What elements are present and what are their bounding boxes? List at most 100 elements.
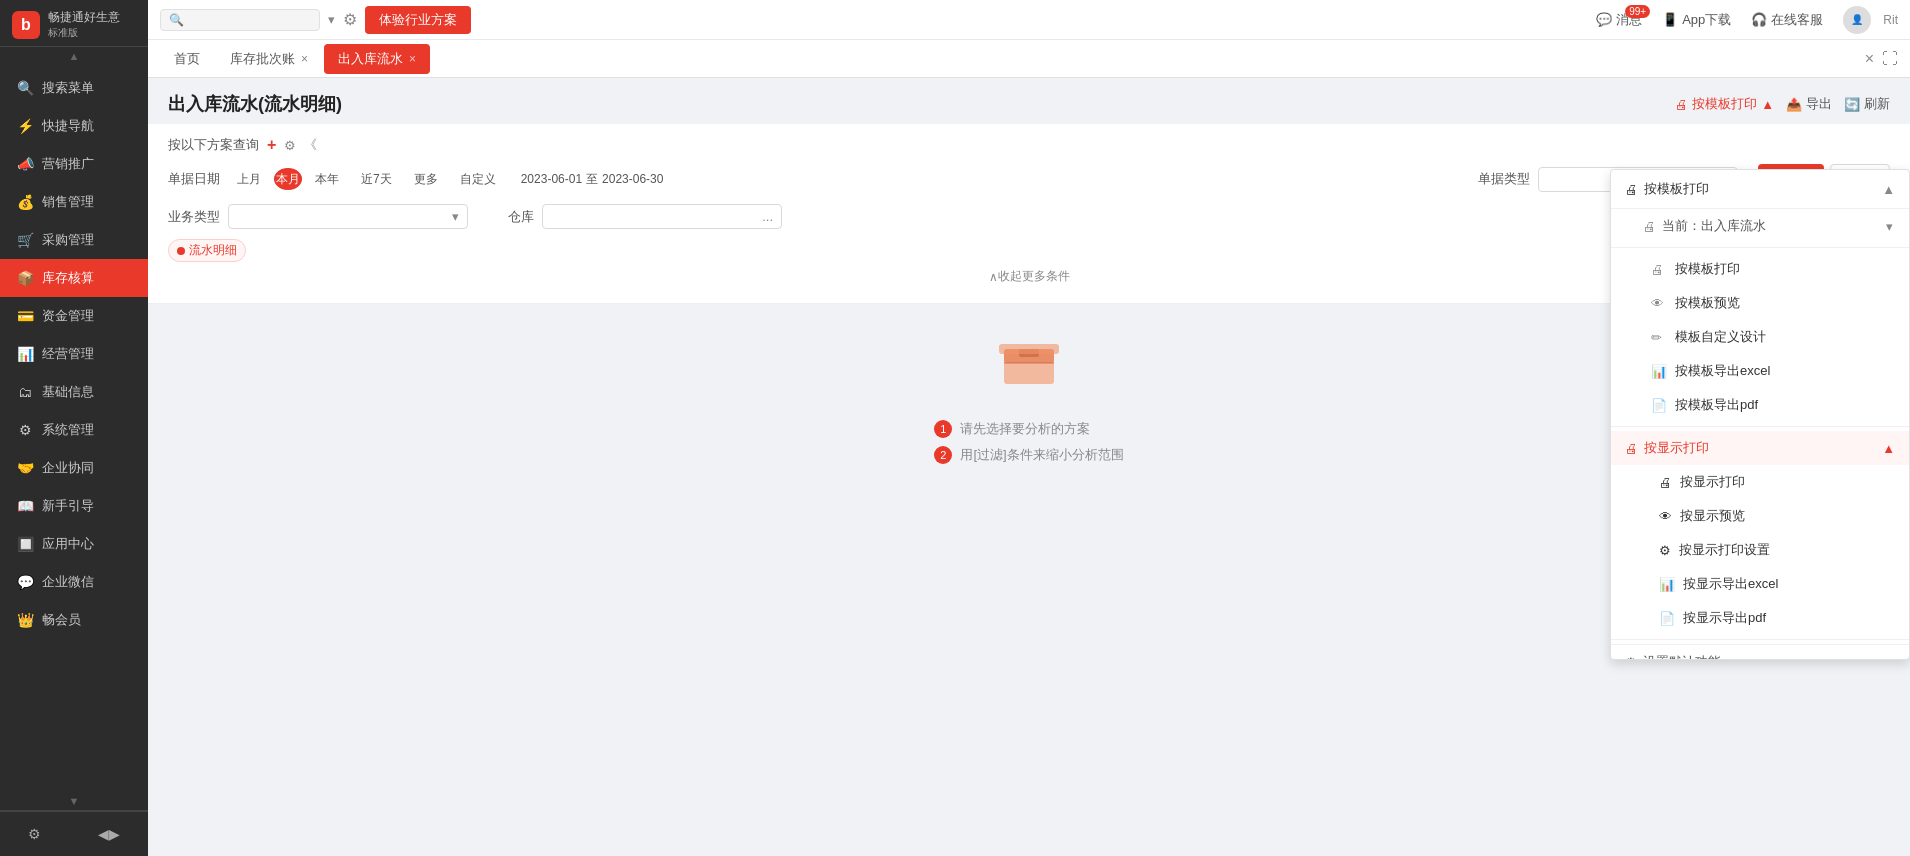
dropdown-current-item[interactable]: 🖨 当前：出入库流水 ▾ — [1611, 209, 1909, 243]
dropdown-display-export-excel[interactable]: 📊 按显示导出excel — [1611, 567, 1909, 601]
dropdown-title-label: 按模板打印 — [1644, 180, 1709, 198]
template-excel-icon: 📊 — [1651, 364, 1667, 379]
topbar-gear-icon[interactable]: ⚙ — [343, 10, 357, 29]
sidebar-settings-btn[interactable]: ⚙ — [20, 822, 49, 846]
date-btn-current-month[interactable]: 本月 — [274, 168, 302, 190]
member-icon: 👑 — [16, 612, 34, 628]
dropdown-up-arrow[interactable]: ▲ — [1882, 182, 1895, 197]
current-arrow: ▾ — [1886, 219, 1893, 234]
dropdown-display-preview[interactable]: 👁 按显示预览 — [1611, 499, 1909, 533]
tab-batch-close[interactable]: × — [301, 52, 308, 66]
display-excel-label: 按显示导出excel — [1683, 575, 1778, 593]
sidebar-item-wechat[interactable]: 💬 企业微信 — [0, 563, 148, 601]
step-2: 2 用[过滤]条件来缩小分析范围 — [934, 442, 1123, 468]
topbar-chevron[interactable]: ▾ — [328, 12, 335, 27]
export-icon: 📤 — [1786, 97, 1802, 112]
sidebar-item-operations[interactable]: 📊 经营管理 — [0, 335, 148, 373]
filter-settings-icon[interactable]: ⚙ — [284, 138, 296, 153]
topbar-message[interactable]: 💬 消息 99+ — [1596, 11, 1642, 29]
sidebar-item-member[interactable]: 👑 畅会员 — [0, 601, 148, 639]
sidebar-item-collab[interactable]: 🤝 企业协同 — [0, 449, 148, 487]
date-btn-custom[interactable]: 自定义 — [451, 168, 505, 191]
sidebar-item-quicknav[interactable]: ⚡ 快捷导航 — [0, 107, 148, 145]
refresh-btn[interactable]: 🔄 刷新 — [1844, 95, 1890, 113]
biz-type-select[interactable]: ▾ — [228, 204, 468, 229]
page-title: 出入库流水(流水明细) — [168, 92, 342, 116]
current-label: 当前：出入库流水 — [1662, 217, 1766, 235]
date-btn-more[interactable]: 更多 — [405, 168, 447, 191]
filter-date-group: 单据日期 上月 本月 本年 近7天 更多 自定义 2023-06-01 至 — [168, 168, 663, 191]
sidebar-item-purchase[interactable]: 🛒 采购管理 — [0, 221, 148, 259]
sidebar-item-basic[interactable]: 🗂 基础信息 — [0, 373, 148, 411]
dropdown-template-export-excel[interactable]: 📊 按模板导出excel — [1611, 354, 1909, 388]
sidebar-item-marketing[interactable]: 📣 营销推广 — [0, 145, 148, 183]
divider-3 — [1611, 639, 1909, 640]
sidebar-collapse-btn[interactable]: ◀▶ — [90, 822, 128, 846]
dropdown-display-print[interactable]: 🖨 按显示打印 — [1611, 465, 1909, 499]
sidebar-item-label: 库存核算 — [42, 269, 94, 287]
warehouse-more[interactable]: ... — [762, 209, 773, 224]
window-close-btn[interactable]: × — [1865, 50, 1874, 68]
marketing-icon: 📣 — [16, 156, 34, 172]
tab-batch-label: 库存批次账 — [230, 50, 295, 68]
user-avatar[interactable]: 👤 — [1843, 6, 1871, 34]
filter-collapse-icon[interactable]: 《 — [304, 136, 317, 154]
dropdown-template-export-pdf[interactable]: 📄 按模板导出pdf — [1611, 388, 1909, 422]
display-preview-icon: 👁 — [1659, 509, 1672, 524]
empty-state-icon — [989, 324, 1069, 404]
tab-home[interactable]: 首页 — [160, 44, 214, 74]
sidebar-item-inventory[interactable]: 📦 库存核算 — [0, 259, 148, 297]
topbar: 🔍 ▾ ⚙ 体验行业方案 💬 消息 99+ 📱 App下载 🎧 在线客服 👤 — [148, 0, 1910, 40]
dropdown-display-export-pdf[interactable]: 📄 按显示导出pdf — [1611, 601, 1909, 635]
purchase-icon: 🛒 — [16, 232, 34, 248]
search-nav-icon: 🔍 — [16, 80, 34, 96]
warehouse-select[interactable]: ... — [542, 204, 782, 229]
filter-add-btn[interactable]: + — [267, 136, 276, 154]
username-label: Rit — [1883, 13, 1898, 27]
print-template-btn[interactable]: 🖨 按模板打印 ▲ — [1675, 95, 1774, 113]
topbar-search[interactable]: 🔍 — [160, 9, 320, 31]
dropdown-template-print[interactable]: 🖨 按模板打印 — [1611, 252, 1909, 286]
date-btn-last7[interactable]: 近7天 — [352, 168, 401, 191]
sidebar-item-search[interactable]: 🔍 搜索菜单 — [0, 69, 148, 107]
date-btn-last-month[interactable]: 上月 — [228, 168, 270, 191]
dropdown-panel: 🖨 按模板打印 ▲ 🖨 当前：出入库流水 ▾ — [1610, 169, 1910, 660]
topbar-online-service[interactable]: 🎧 在线客服 — [1751, 11, 1823, 29]
sidebar-item-finance[interactable]: 💳 资金管理 — [0, 297, 148, 335]
display-print-group[interactable]: 🖨 按显示打印 ▲ — [1611, 431, 1909, 465]
display-group-arrow: ▲ — [1882, 441, 1895, 456]
date-buttons: 上月 本月 本年 近7天 更多 自定义 — [228, 168, 505, 191]
export-btn[interactable]: 📤 导出 — [1786, 95, 1832, 113]
appcenter-icon: 🔲 — [16, 536, 34, 552]
tab-flow-close[interactable]: × — [409, 52, 416, 66]
window-max-btn[interactable]: ⛶ — [1882, 50, 1898, 68]
sidebar: b 畅捷通好生意 标准版 ▲ 🔍 搜索菜单 ⚡ 快捷导航 📣 营销推广 — [0, 0, 148, 856]
collab-icon: 🤝 — [16, 460, 34, 476]
dropdown-display-print-settings[interactable]: ⚙ 按显示打印设置 — [1611, 533, 1909, 567]
dropdown-template-preview[interactable]: 👁 按模板预览 — [1611, 286, 1909, 320]
refresh-icon: 🔄 — [1844, 97, 1860, 112]
sidebar-item-system[interactable]: ⚙ 系统管理 — [0, 411, 148, 449]
divider-1 — [1611, 247, 1909, 248]
app-name: 畅捷通好生意 — [48, 10, 120, 26]
sidebar-item-guide[interactable]: 📖 新手引导 — [0, 487, 148, 525]
date-btn-this-year[interactable]: 本年 — [306, 168, 348, 191]
dropdown-footer[interactable]: ⚙ 设置默认功能 ▾ — [1611, 644, 1909, 659]
topbar-app-download[interactable]: 📱 App下载 — [1662, 11, 1731, 29]
collapse-arrow: ∧ — [989, 270, 998, 284]
refresh-label: 刷新 — [1864, 95, 1890, 113]
sidebar-item-sales[interactable]: 💰 销售管理 — [0, 183, 148, 221]
display-group-title: 🖨 按显示打印 — [1625, 439, 1709, 457]
sidebar-item-label: 营销推广 — [42, 155, 94, 173]
dropdown-title: 🖨 按模板打印 — [1625, 180, 1709, 198]
dropdown-template-design[interactable]: ✏ 模板自定义设计 — [1611, 320, 1909, 354]
sidebar-item-label: 经营管理 — [42, 345, 94, 363]
sidebar-item-appcenter[interactable]: 🔲 应用中心 — [0, 525, 148, 563]
tab-flow[interactable]: 出入库流水 × — [324, 44, 430, 74]
main-content: 🔍 ▾ ⚙ 体验行业方案 💬 消息 99+ 📱 App下载 🎧 在线客服 👤 — [148, 0, 1910, 856]
tab-batch[interactable]: 库存批次账 × — [216, 44, 322, 74]
template-preview-label: 按模板预览 — [1675, 294, 1740, 312]
trial-button[interactable]: 体验行业方案 — [365, 6, 471, 34]
template-design-icon: ✏ — [1651, 330, 1667, 345]
avatar-placeholder: 👤 — [1851, 14, 1863, 25]
